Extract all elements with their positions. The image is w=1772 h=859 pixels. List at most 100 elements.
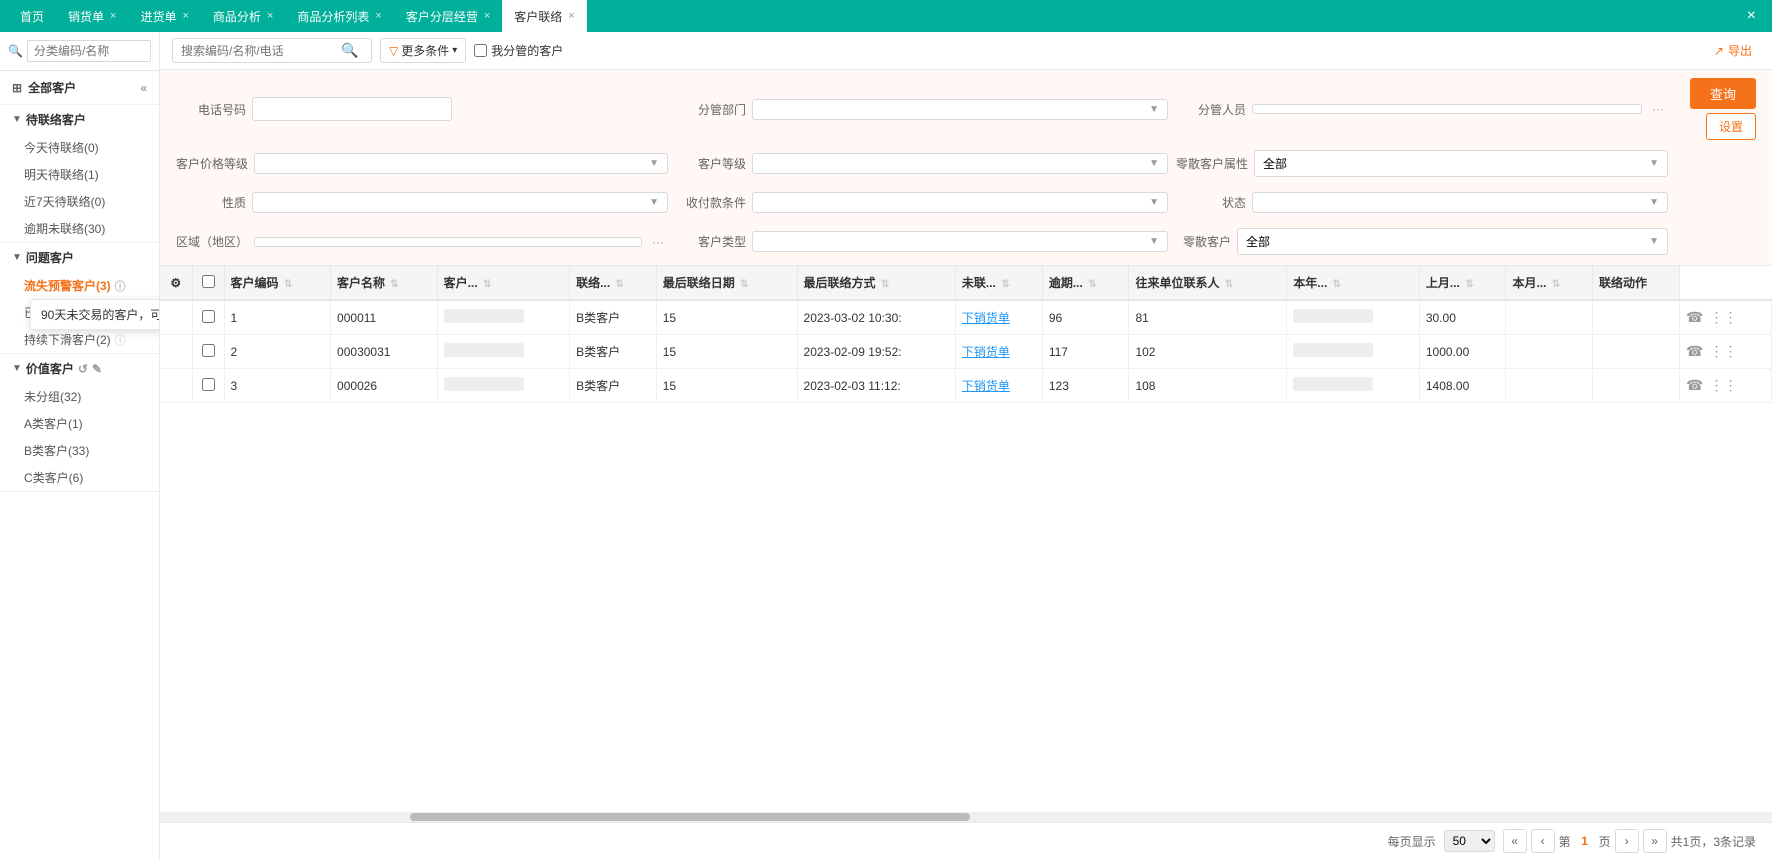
filter-select-customer-grade[interactable]: ▼ <box>752 153 1168 174</box>
row-settings <box>160 369 192 403</box>
nav-purchase[interactable]: 进货单 × <box>128 0 200 32</box>
prev-page-button[interactable]: ‹ <box>1531 829 1555 853</box>
sidebar-item-class-c[interactable]: C类客户(6) <box>0 464 159 491</box>
row-check-0[interactable] <box>202 310 215 323</box>
row-code: 000026 <box>331 369 438 403</box>
sidebar-item-class-b[interactable]: B类客户(33) <box>0 437 159 464</box>
last-page-button[interactable]: » <box>1643 829 1667 853</box>
sidebar-collapse-icon[interactable]: « <box>140 81 147 95</box>
sidebar-search-input[interactable] <box>27 40 151 62</box>
first-page-button[interactable]: « <box>1503 829 1527 853</box>
action-more-icon[interactable]: ⋮⋮ <box>1709 343 1737 360</box>
nav-customer-layer-close[interactable]: × <box>484 10 490 22</box>
sidebar-item-tomorrow[interactable]: 明天待联络(1) <box>0 161 159 188</box>
table-col-overdue[interactable]: 逾期... ⇅ <box>1042 266 1129 300</box>
scrollbar-thumb[interactable] <box>410 813 970 821</box>
table-col-contact[interactable]: 联络... ⇅ <box>570 266 657 300</box>
nav-analysis[interactable]: 商品分析 × <box>201 0 285 32</box>
refresh-icon[interactable]: ↺ <box>78 362 88 376</box>
scrollbar-area[interactable] <box>160 812 1772 822</box>
filter-panel: 电话号码 分管部门 ▼ 分管人员 ··· <box>160 70 1772 266</box>
filter-select-price-grade[interactable]: ▼ <box>254 153 668 174</box>
nav-customer-layer[interactable]: 客户分层经营 × <box>394 0 502 32</box>
table-col-last-way[interactable]: 最后联络方式 ⇅ <box>797 266 955 300</box>
table-col-name[interactable]: 客户名称 ⇅ <box>331 266 438 300</box>
nav-customer-contact-close[interactable]: × <box>568 10 574 22</box>
nav-sales-close[interactable]: × <box>110 10 116 22</box>
sidebar-item-class-a[interactable]: A类客户(1) <box>0 410 159 437</box>
sidebar-item-overdue[interactable]: 逾期未联络(30) <box>0 215 159 242</box>
action-contact-icon[interactable]: ☎ <box>1686 343 1703 360</box>
filter-select-nature[interactable]: ▼ <box>252 192 668 213</box>
table-col-code[interactable]: 客户编码 ⇅ <box>224 266 331 300</box>
close-all-button[interactable]: × <box>1739 7 1764 25</box>
action-more-icon[interactable]: ⋮⋮ <box>1709 309 1737 326</box>
setting-button[interactable]: 设置 <box>1706 113 1756 140</box>
current-page: 1 <box>1575 834 1595 848</box>
sidebar-item-churn-warn[interactable]: 流失预警客户(3) ⓘ <box>0 272 159 299</box>
nav-sales[interactable]: 销货单 × <box>56 0 128 32</box>
filter-select-status[interactable]: ▼ <box>1252 192 1668 213</box>
filter-input-phone[interactable] <box>252 97 452 121</box>
nav-home[interactable]: 首页 <box>8 0 56 32</box>
more-conditions-button[interactable]: ▽ 更多条件 ▾ <box>380 38 466 63</box>
nav-analysis-list-close[interactable]: × <box>375 10 381 22</box>
row-last-way[interactable]: 下销货单 <box>955 369 1042 403</box>
row-checkbox[interactable] <box>192 369 224 403</box>
action-contact-icon[interactable]: ☎ <box>1686 377 1703 394</box>
next-page-button[interactable]: › <box>1615 829 1639 853</box>
my-customers-checkbox[interactable] <box>474 44 487 57</box>
table-col-customer-type[interactable]: 客户... ⇅ <box>437 266 570 300</box>
filter-dots-person[interactable]: ··· <box>1648 102 1668 116</box>
my-customers-checkbox-wrap[interactable]: 我分管的客户 <box>474 42 563 59</box>
sidebar-item-today[interactable]: 今天待联络(0) <box>0 134 159 161</box>
nav-purchase-close[interactable]: × <box>182 10 188 22</box>
search-input-wrap: 🔍 <box>172 38 372 63</box>
sidebar-all-customers[interactable]: ⊞ 全部客户 « <box>0 71 159 105</box>
per-page-select[interactable]: 50 20 100 <box>1444 830 1495 852</box>
filter-select-zero-customer[interactable]: 全部 ▼ <box>1237 228 1668 255</box>
row-checkbox[interactable] <box>192 300 224 335</box>
table-col-this-year[interactable]: 本年... ⇅ <box>1287 266 1420 300</box>
nav-analysis-list[interactable]: 商品分析列表 × <box>285 0 393 32</box>
sidebar-item-declining[interactable]: 持续下滑客户(2) ⓘ <box>0 326 159 353</box>
filter-select-payment[interactable]: ▼ <box>752 192 1168 213</box>
table-col-settings[interactable]: ⚙ <box>160 266 192 300</box>
filter-dots-region[interactable]: ··· <box>648 235 668 249</box>
export-button[interactable]: ↗ 导出 <box>1706 39 1760 62</box>
sort-icon-name: ⇅ <box>390 279 398 290</box>
sidebar-group-value-header[interactable]: ▼ 价值客户 ↺ ✎ <box>0 354 159 383</box>
row-checkbox[interactable] <box>192 335 224 369</box>
table-col-last-date[interactable]: 最后联络日期 ⇅ <box>656 266 797 300</box>
action-contact-icon[interactable]: ☎ <box>1686 309 1703 326</box>
filter-select-customer-type[interactable]: ▼ <box>752 231 1168 252</box>
table-col-last-month[interactable]: 上月... ⇅ <box>1419 266 1506 300</box>
edit-icon[interactable]: ✎ <box>92 362 102 376</box>
row-last-way[interactable]: 下销货单 <box>955 335 1042 369</box>
select-all-checkbox[interactable] <box>202 275 215 288</box>
search-input[interactable] <box>181 44 341 58</box>
query-button[interactable]: 查询 <box>1690 78 1756 109</box>
sidebar-item-7days[interactable]: 近7天待联络(0) <box>0 188 159 215</box>
info-icon-declining[interactable]: ⓘ <box>115 332 126 348</box>
sidebar-group-problem-header[interactable]: ▼ 问题客户 <box>0 243 159 272</box>
pagination-bar: 每页显示 50 20 100 « ‹ 第 1 页 › » 共1页，3条记录 <box>160 822 1772 859</box>
sidebar-item-ungroup[interactable]: 未分组(32) <box>0 383 159 410</box>
row-last-way[interactable]: 下销货单 <box>955 300 1042 335</box>
table-col-contact-person[interactable]: 往来单位联系人 ⇅ <box>1129 266 1287 300</box>
table-col-this-month[interactable]: 本月... ⇅ <box>1506 266 1593 300</box>
filter-select-person[interactable] <box>1252 104 1642 114</box>
row-check-1[interactable] <box>202 344 215 357</box>
filter-select-region[interactable] <box>254 237 642 247</box>
sidebar-group-pending-header[interactable]: ▼ 待联络客户 <box>0 105 159 134</box>
filter-select-zero-attr[interactable]: 全部 ▼ <box>1254 150 1668 177</box>
filter-select-dept[interactable]: ▼ <box>752 99 1168 120</box>
info-icon-churn[interactable]: ⓘ <box>115 278 126 294</box>
row-check-2[interactable] <box>202 378 215 391</box>
table-col-checkbox[interactable] <box>192 266 224 300</box>
action-more-icon[interactable]: ⋮⋮ <box>1709 377 1737 394</box>
table-col-uncontacted[interactable]: 未联... ⇅ <box>955 266 1042 300</box>
nav-customer-contact[interactable]: 客户联络 × <box>502 0 586 32</box>
nav-analysis-close[interactable]: × <box>267 10 273 22</box>
search-button[interactable]: 🔍 <box>341 42 358 59</box>
